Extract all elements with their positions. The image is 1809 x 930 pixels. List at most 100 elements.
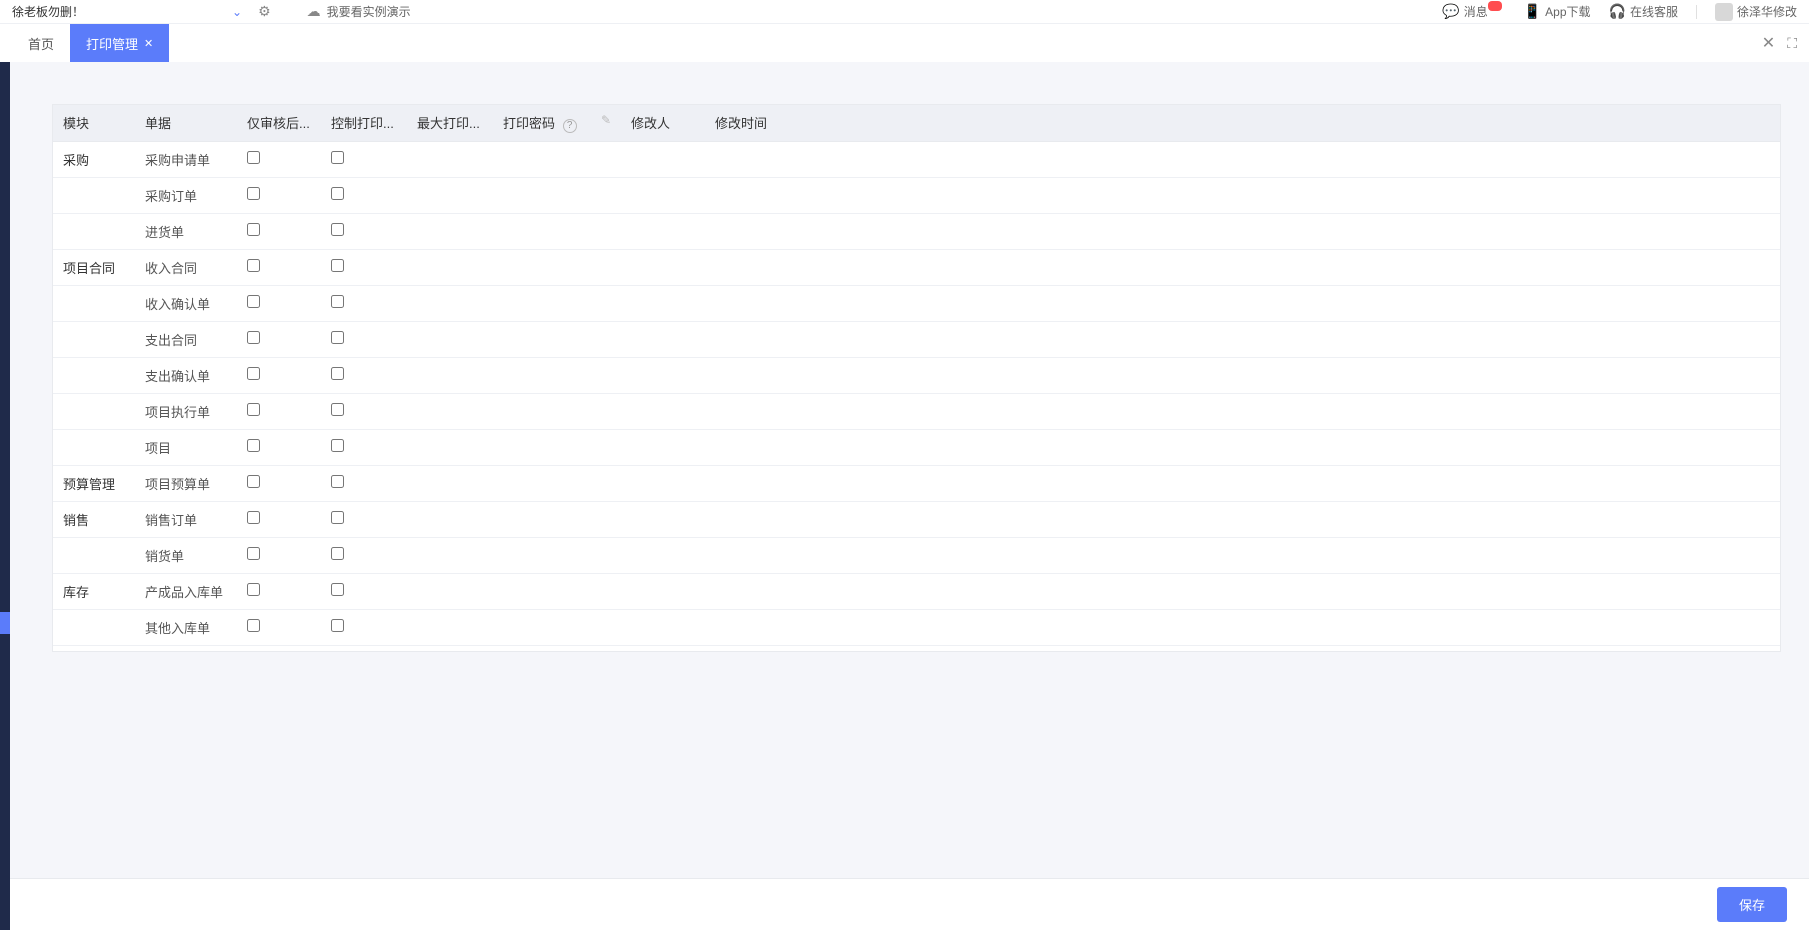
control-print-checkbox[interactable] (331, 547, 344, 560)
cell-max-print (407, 249, 493, 285)
cell-control-print (321, 429, 407, 465)
cell-module (53, 537, 135, 573)
company-name: 徐老板勿删！ (12, 3, 84, 20)
audit-only-checkbox[interactable] (247, 583, 260, 596)
cell-module: 项目合同 (53, 249, 135, 285)
cell-modify-time (705, 141, 1780, 177)
cell-modify-time (705, 285, 1780, 321)
company-selector[interactable]: 徐老板勿删！ (12, 3, 84, 20)
cell-doc: 其他入库单 (135, 609, 237, 645)
control-print-checkbox[interactable] (331, 403, 344, 416)
audit-only-checkbox[interactable] (247, 295, 260, 308)
cell-module (53, 213, 135, 249)
audit-only-checkbox[interactable] (247, 187, 260, 200)
table-header-row: 模块 单据 仅审核后... 控制打印... 最大打印... 打印密码 ? ✎ 修… (53, 105, 1780, 141)
control-print-checkbox[interactable] (331, 151, 344, 164)
cell-modify-time (705, 357, 1780, 393)
table-row: 销货单 (53, 537, 1780, 573)
control-print-checkbox[interactable] (331, 259, 344, 272)
tabs-bar: 首页 打印管理 ✕ ✕ ⛶ (0, 24, 1809, 62)
messages-link[interactable]: 💬 消息 (1442, 3, 1505, 20)
cell-audit-only (237, 141, 321, 177)
sidebar-collapsed[interactable] (0, 24, 10, 930)
user-menu[interactable]: 徐泽华修改 (1715, 3, 1797, 21)
audit-only-checkbox[interactable] (247, 439, 260, 452)
control-print-checkbox[interactable] (331, 583, 344, 596)
table-scroll[interactable]: 模块 单据 仅审核后... 控制打印... 最大打印... 打印密码 ? ✎ 修… (53, 105, 1780, 651)
cell-modifier (621, 285, 705, 321)
control-print-checkbox[interactable] (331, 295, 344, 308)
audit-only-checkbox[interactable] (247, 223, 260, 236)
control-print-checkbox[interactable] (331, 439, 344, 452)
cell-control-print (321, 213, 407, 249)
help-icon[interactable]: ? (563, 119, 577, 133)
edit-icon[interactable]: ✎ (601, 113, 611, 127)
audit-only-checkbox[interactable] (247, 403, 260, 416)
cell-modifier (621, 465, 705, 501)
gear-icon[interactable]: ⚙ (258, 3, 271, 20)
cell-doc: 进货单 (135, 213, 237, 249)
cell-control-print (321, 573, 407, 609)
table-row: 项目执行单 (53, 393, 1780, 429)
cell-audit-only (237, 393, 321, 429)
close-all-icon[interactable]: ✕ (1762, 33, 1775, 53)
cell-doc: 销售订单 (135, 501, 237, 537)
audit-only-checkbox[interactable] (247, 547, 260, 560)
demo-link[interactable]: ☁ 我要看实例演示 (307, 3, 411, 20)
audit-only-checkbox[interactable] (247, 259, 260, 272)
cell-print-pwd (493, 465, 621, 501)
table-row: 库存产成品入库单 (53, 573, 1780, 609)
cell-modifier (621, 429, 705, 465)
cell-control-print (321, 357, 407, 393)
cell-control-print (321, 285, 407, 321)
cell-modifier (621, 573, 705, 609)
cell-modifier (621, 321, 705, 357)
app-download-link[interactable]: 📱 App下载 (1524, 3, 1591, 20)
th-modify-time: 修改时间 (705, 105, 1780, 141)
cell-max-print (407, 321, 493, 357)
audit-only-checkbox[interactable] (247, 619, 260, 632)
th-doc: 单据 (135, 105, 237, 141)
save-button[interactable]: 保存 (1717, 887, 1787, 922)
control-print-checkbox[interactable] (331, 619, 344, 632)
cell-module: 采购 (53, 141, 135, 177)
online-service-link[interactable]: 🎧 在线客服 (1609, 3, 1678, 20)
table-row: 销售销售订单 (53, 501, 1780, 537)
cell-modifier (621, 537, 705, 573)
control-print-checkbox[interactable] (331, 187, 344, 200)
control-print-checkbox[interactable] (331, 475, 344, 488)
audit-only-checkbox[interactable] (247, 367, 260, 380)
chevron-down-icon[interactable]: ⌄ (232, 5, 242, 19)
cell-max-print (407, 573, 493, 609)
notification-badge (1488, 1, 1502, 11)
cell-module (53, 177, 135, 213)
cell-audit-only (237, 357, 321, 393)
control-print-checkbox[interactable] (331, 511, 344, 524)
cell-doc: 收入合同 (135, 249, 237, 285)
cell-print-pwd (493, 609, 621, 645)
audit-only-checkbox[interactable] (247, 151, 260, 164)
cell-modify-time (705, 501, 1780, 537)
audit-only-checkbox[interactable] (247, 331, 260, 344)
control-print-checkbox[interactable] (331, 367, 344, 380)
cell-module (53, 645, 135, 651)
audit-only-checkbox[interactable] (247, 511, 260, 524)
cell-modify-time (705, 537, 1780, 573)
tab-print-management[interactable]: 打印管理 ✕ (70, 24, 169, 62)
control-print-checkbox[interactable] (331, 331, 344, 344)
cell-print-pwd (493, 573, 621, 609)
cell-audit-only (237, 213, 321, 249)
cell-max-print (407, 645, 493, 651)
cell-control-print (321, 177, 407, 213)
cell-audit-only (237, 285, 321, 321)
fullscreen-icon[interactable]: ⛶ (1787, 35, 1797, 52)
control-print-checkbox[interactable] (331, 223, 344, 236)
cell-modify-time (705, 465, 1780, 501)
close-icon[interactable]: ✕ (144, 37, 153, 50)
table-row: 项目合同收入合同 (53, 249, 1780, 285)
cell-control-print (321, 465, 407, 501)
tab-home[interactable]: 首页 (12, 24, 70, 62)
cell-audit-only (237, 249, 321, 285)
th-control-print: 控制打印... (321, 105, 407, 141)
audit-only-checkbox[interactable] (247, 475, 260, 488)
